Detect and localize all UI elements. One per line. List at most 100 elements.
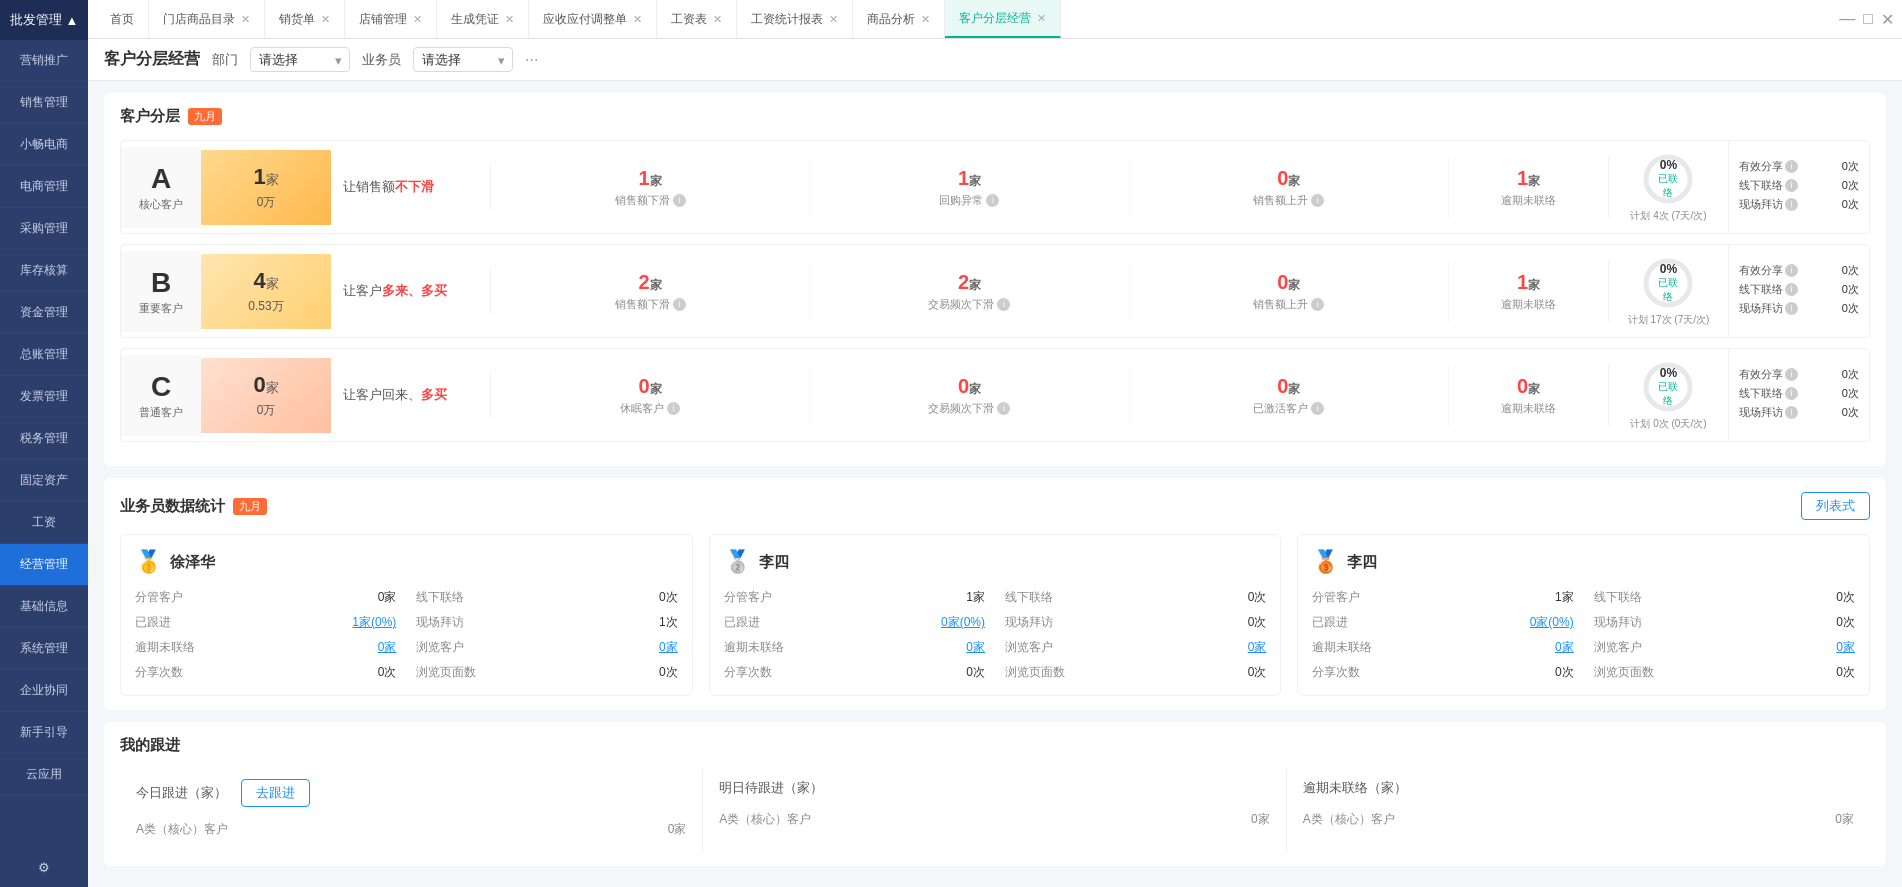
- info-icon[interactable]: i: [1785, 302, 1798, 315]
- info-icon[interactable]: i: [1311, 402, 1324, 415]
- info-icon[interactable]: i: [1311, 194, 1324, 207]
- tab-close-icon[interactable]: ✕: [505, 13, 514, 26]
- tab-工资统计报表[interactable]: 工资统计报表✕: [737, 0, 853, 38]
- info-icon[interactable]: i: [1785, 387, 1798, 400]
- sidebar-item-营销推广[interactable]: 营销推广: [0, 40, 88, 82]
- tab-销货单[interactable]: 销货单✕: [265, 0, 345, 38]
- staff-title: 业务员数据统计: [120, 497, 225, 516]
- sidebar-item-电商管理[interactable]: 电商管理: [0, 166, 88, 208]
- sidebar-item-系统管理[interactable]: 系统管理: [0, 628, 88, 670]
- sidebar-settings[interactable]: ⚙: [0, 848, 88, 887]
- info-icon[interactable]: i: [1785, 264, 1798, 277]
- tab-门店商品目录[interactable]: 门店商品目录 ✕: [149, 0, 265, 38]
- staff-select[interactable]: 请选择: [413, 47, 513, 72]
- staff-stat-row: 分管客户1家: [1312, 589, 1573, 606]
- dept-select[interactable]: 请选择: [250, 47, 350, 72]
- sidebar-item-小畅电商[interactable]: 小畅电商: [0, 124, 88, 166]
- info-icon[interactable]: i: [667, 402, 680, 415]
- staff-stat-val[interactable]: 0家: [966, 639, 985, 656]
- sidebar-item-库存核算[interactable]: 库存核算: [0, 250, 88, 292]
- tab-close-icon[interactable]: ✕: [633, 13, 642, 26]
- metric-num: 0家: [1134, 167, 1444, 190]
- info-icon[interactable]: i: [997, 298, 1010, 311]
- info-icon[interactable]: i: [1785, 179, 1798, 192]
- more-options[interactable]: ···: [525, 51, 538, 69]
- staff-stat-val[interactable]: 1家(0%): [352, 614, 396, 631]
- tab-close-icon[interactable]: ✕: [321, 13, 330, 26]
- sidebar-item-资金管理[interactable]: 资金管理: [0, 292, 88, 334]
- tab-close-icon[interactable]: ✕: [921, 13, 930, 26]
- staff-stat-label: 现场拜访: [416, 614, 464, 631]
- list-view-button[interactable]: 列表式: [1801, 492, 1870, 520]
- staff-month: 九月: [233, 498, 267, 515]
- tab-商品分析[interactable]: 商品分析✕: [853, 0, 945, 38]
- staff-stat-label: 浏览页面数: [416, 664, 476, 681]
- info-icon[interactable]: i: [673, 298, 686, 311]
- tab-客户分层经营[interactable]: 客户分层经营✕: [945, 0, 1061, 38]
- goto-followup-button[interactable]: 去跟进: [241, 779, 310, 807]
- sidebar-header-label: 批发管理: [10, 11, 62, 29]
- staff-stat-label: 已跟进: [724, 614, 760, 631]
- sidebar-item-企业协同[interactable]: 企业协同: [0, 670, 88, 712]
- info-icon[interactable]: i: [986, 194, 999, 207]
- sidebar-item-税务管理[interactable]: 税务管理: [0, 418, 88, 460]
- info-icon[interactable]: i: [1785, 160, 1798, 173]
- tab-close-icon[interactable]: ✕: [241, 13, 250, 26]
- sidebar-item-发票管理[interactable]: 发票管理: [0, 376, 88, 418]
- staff-stat-val[interactable]: 0家(0%): [1530, 614, 1574, 631]
- sidebar-item-总账管理[interactable]: 总账管理: [0, 334, 88, 376]
- info-icon[interactable]: i: [673, 194, 686, 207]
- staff-stat-val: 1家: [966, 589, 985, 606]
- tab-close-icon[interactable]: ✕: [1037, 12, 1046, 25]
- staff-stat-val: 0次: [1836, 614, 1855, 631]
- tab-首页[interactable]: 首页: [96, 0, 149, 38]
- tab-label: 门店商品目录: [163, 11, 235, 28]
- staff-stat-label: 浏览页面数: [1005, 664, 1065, 681]
- info-icon[interactable]: i: [1311, 298, 1324, 311]
- staff-stat-row: 现场拜访0次: [1594, 614, 1855, 631]
- metric-num: 2家: [495, 271, 805, 294]
- sidebar-item-基础信息[interactable]: 基础信息: [0, 586, 88, 628]
- info-icon[interactable]: i: [1785, 368, 1798, 381]
- close-window-icon[interactable]: ✕: [1881, 10, 1894, 29]
- staff-stat-val[interactable]: 0家: [1555, 639, 1574, 656]
- info-icon[interactable]: i: [997, 402, 1010, 415]
- staff-stat-val[interactable]: 0家: [1248, 639, 1267, 656]
- metric-label: 已激活客户i: [1134, 401, 1444, 416]
- maximize-icon[interactable]: □: [1863, 10, 1873, 29]
- tab-工资表[interactable]: 工资表✕: [657, 0, 737, 38]
- right-stats-A: 有效分享 i0次线下联络 i0次现场拜访 i0次: [1729, 151, 1869, 224]
- staff-stat-row: 线下联络0次: [1594, 589, 1855, 606]
- metric-item-回购异常: 1家回购异常i: [810, 157, 1129, 218]
- right-stat-label: 现场拜访 i: [1739, 405, 1798, 420]
- tab-生成凭证[interactable]: 生成凭证✕: [437, 0, 529, 38]
- tab-label: 应收应付调整单: [543, 11, 627, 28]
- sidebar-item-固定资产[interactable]: 固定资产: [0, 460, 88, 502]
- sidebar-item-新手引导[interactable]: 新手引导: [0, 712, 88, 754]
- info-icon[interactable]: i: [1785, 198, 1798, 211]
- sidebar-item-云应用[interactable]: 云应用: [0, 754, 88, 796]
- tier-strategy-B: 让客户多来、多买: [331, 268, 491, 314]
- sidebar-item-工资[interactable]: 工资: [0, 502, 88, 544]
- staff-stat-val: 0次: [659, 589, 678, 606]
- tab-actions: — □ ✕: [1839, 10, 1894, 29]
- sidebar-header[interactable]: 批发管理 ▲: [0, 0, 88, 40]
- tab-close-icon[interactable]: ✕: [413, 13, 422, 26]
- sidebar-item-销售管理[interactable]: 销售管理: [0, 82, 88, 124]
- minimize-icon[interactable]: —: [1839, 10, 1855, 29]
- staff-stat-val[interactable]: 0家(0%): [941, 614, 985, 631]
- tab-close-icon[interactable]: ✕: [713, 13, 722, 26]
- sidebar-item-采购管理[interactable]: 采购管理: [0, 208, 88, 250]
- info-icon[interactable]: i: [1785, 283, 1798, 296]
- tab-close-icon[interactable]: ✕: [829, 13, 838, 26]
- tab-店铺管理[interactable]: 店铺管理✕: [345, 0, 437, 38]
- staff-stat-label: 已跟进: [135, 614, 171, 631]
- tab-应收应付调整单[interactable]: 应收应付调整单 ✕: [529, 0, 657, 38]
- staff-stat-val[interactable]: 0家: [378, 639, 397, 656]
- circle-status: 已联络: [1654, 172, 1682, 200]
- circle-pct: 0%: [1654, 158, 1682, 172]
- staff-stat-val[interactable]: 0家: [659, 639, 678, 656]
- info-icon[interactable]: i: [1785, 406, 1798, 419]
- staff-stat-val[interactable]: 0家: [1836, 639, 1855, 656]
- sidebar-item-经营管理[interactable]: 经营管理: [0, 544, 88, 586]
